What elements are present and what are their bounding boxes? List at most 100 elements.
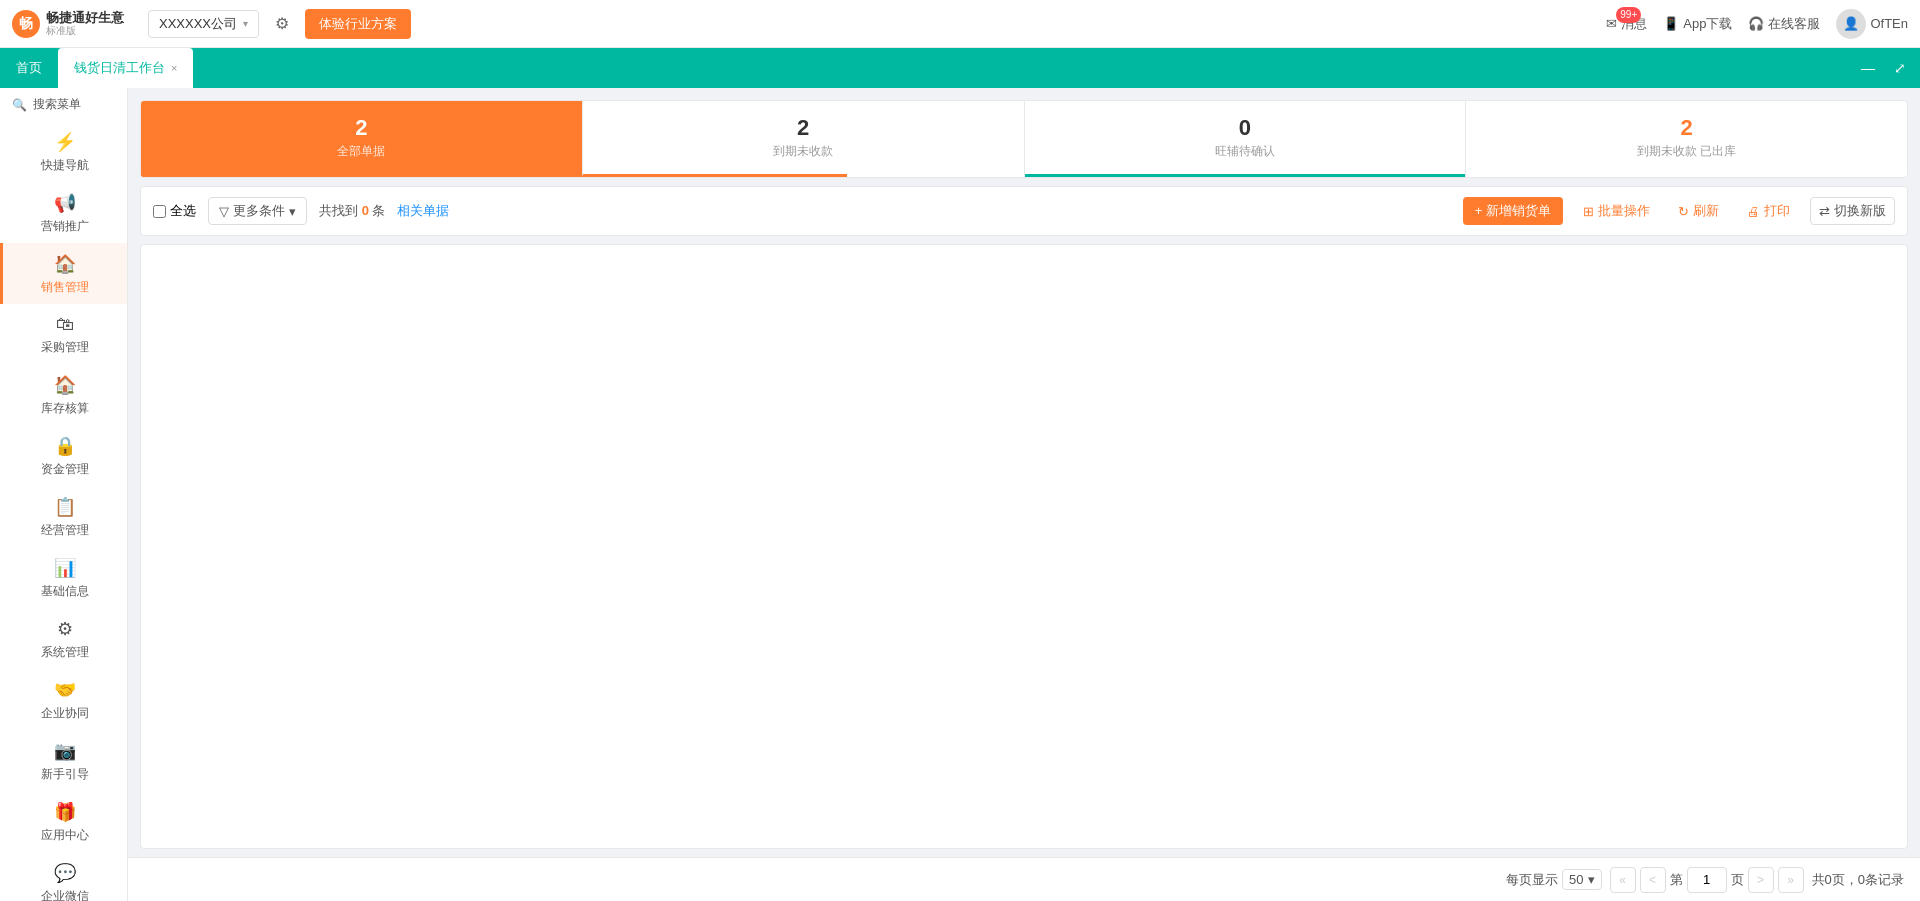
cooperation-icon: 🤝 [54, 679, 76, 701]
stat-progress-overdue [583, 174, 1024, 177]
refresh-button[interactable]: ↻ 刷新 [1670, 198, 1727, 224]
tab-workbench[interactable]: 钱货日清工作台 × [58, 48, 193, 88]
related-link[interactable]: 相关单据 [397, 202, 449, 220]
progress-bar-orange [583, 174, 847, 177]
stat-label-all: 全部单据 [337, 143, 385, 160]
logo-title: 畅捷通好生意 [46, 10, 124, 26]
stat-card-all[interactable]: 2 全部单据 [141, 101, 583, 177]
appdown-button[interactable]: 📱 App下载 [1663, 15, 1732, 33]
stat-card-overdue[interactable]: 2 到期未收款 [583, 101, 1025, 177]
message-icon: ✉ [1606, 16, 1617, 31]
top-bar: 畅 畅捷通好生意 标准版 XXXXXX公司 ▾ ⚙ 体验行业方案 ✉ 消息 99… [0, 0, 1920, 48]
company-name: XXXXXX公司 [159, 15, 237, 33]
found-suffix: 条 [372, 203, 385, 218]
base-info-icon: 📊 [54, 557, 76, 579]
sidebar-item-guide[interactable]: 📷 新手引导 [0, 730, 127, 791]
switch-version-button[interactable]: ⇄ 切换新版 [1810, 197, 1895, 225]
progress-bar-teal [1025, 174, 1466, 177]
sidebar-item-finance[interactable]: 🔒 资金管理 [0, 425, 127, 486]
filter-chevron-icon: ▾ [289, 204, 296, 219]
add-sales-button[interactable]: + 新增销货单 [1463, 197, 1563, 225]
stat-progress-pending [1025, 174, 1466, 177]
message-badge: 99+ [1616, 7, 1641, 23]
sidebar-item-base-info[interactable]: 📊 基础信息 [0, 547, 127, 608]
marketing-icon: 📢 [54, 192, 76, 214]
avatar-area[interactable]: 👤 OfTEn [1836, 9, 1908, 39]
stat-label-outbound: 到期未收款 已出库 [1637, 143, 1736, 160]
inventory-icon: 🏠 [54, 374, 76, 396]
found-prefix: 共找到 [319, 203, 358, 218]
sidebar-label-cooperation: 企业协同 [41, 705, 89, 722]
sidebar-item-cooperation[interactable]: 🤝 企业协同 [0, 669, 127, 730]
settings-button[interactable]: ⚙ [267, 9, 297, 39]
logo-sub: 标准版 [46, 25, 124, 37]
sidebar-label-system: 系统管理 [41, 644, 89, 661]
page-size-select[interactable]: 50 ▾ [1562, 869, 1601, 890]
switch-label: 切换新版 [1834, 202, 1886, 220]
total-text: 共0页，0条记录 [1812, 871, 1904, 889]
sidebar-item-app-center[interactable]: 🎁 应用中心 [0, 791, 127, 852]
tab-home[interactable]: 首页 [0, 48, 58, 88]
sidebar-label-operation: 经营管理 [41, 522, 89, 539]
sidebar-item-inventory[interactable]: 🏠 库存核算 [0, 364, 127, 425]
purchase-icon: 🛍 [56, 314, 74, 335]
next-page-button[interactable]: > [1748, 867, 1774, 893]
sidebar-item-sales[interactable]: 🏠 销售管理 [0, 243, 127, 304]
system-icon: ⚙ [57, 618, 73, 640]
search-menu-label: 搜索菜单 [33, 96, 81, 113]
sidebar-item-wechat[interactable]: 💬 企业微信 [0, 852, 127, 901]
sidebar-item-quick-nav[interactable]: ⚡ 快捷导航 [0, 121, 127, 182]
stat-num-pending: 0 [1239, 115, 1251, 141]
tab-restore-button[interactable]: ⤢ [1888, 56, 1912, 80]
print-label: 打印 [1764, 202, 1790, 220]
sidebar-label-wechat: 企业微信 [41, 888, 89, 901]
guide-icon: 📷 [54, 740, 76, 762]
page-size-chevron-icon: ▾ [1588, 872, 1595, 887]
stat-card-pending[interactable]: 0 旺辅待确认 [1025, 101, 1467, 177]
select-all-label: 全选 [170, 202, 196, 220]
tab-close-icon[interactable]: × [171, 62, 177, 74]
company-selector[interactable]: XXXXXX公司 ▾ [148, 10, 259, 38]
first-page-button[interactable]: « [1610, 867, 1636, 893]
print-icon: 🖨 [1747, 204, 1760, 219]
headset-icon: 🎧 [1748, 16, 1764, 31]
page-input[interactable] [1687, 867, 1727, 893]
message-button[interactable]: ✉ 消息 99+ [1606, 15, 1647, 33]
page-size-value: 50 [1569, 872, 1583, 887]
appdown-icon: 📱 [1663, 16, 1679, 31]
print-button[interactable]: 🖨 打印 [1739, 198, 1798, 224]
found-count: 0 [362, 203, 369, 218]
app-center-icon: 🎁 [54, 801, 76, 823]
tab-minimize-button[interactable]: — [1856, 56, 1880, 80]
sidebar-item-marketing[interactable]: 📢 营销推广 [0, 182, 127, 243]
sales-icon: 🏠 [54, 253, 76, 275]
refresh-icon: ↻ [1678, 204, 1689, 219]
search-icon: 🔍 [12, 98, 27, 112]
page-suffix: 页 [1731, 871, 1744, 889]
wechat-icon: 💬 [54, 862, 76, 884]
sidebar-item-system[interactable]: ⚙ 系统管理 [0, 608, 127, 669]
tab-home-label: 首页 [16, 59, 42, 77]
stat-label-pending: 旺辅待确认 [1215, 143, 1275, 160]
trial-button[interactable]: 体验行业方案 [305, 9, 411, 39]
switch-icon: ⇄ [1819, 204, 1830, 219]
online-service-button[interactable]: 🎧 在线客服 [1748, 15, 1820, 33]
operation-icon: 📋 [54, 496, 76, 518]
select-all-checkbox[interactable] [153, 205, 166, 218]
filter-button[interactable]: ▽ 更多条件 ▾ [208, 197, 307, 225]
stat-card-outbound[interactable]: 2 到期未收款 已出库 [1466, 101, 1907, 177]
tab-workbench-label: 钱货日清工作台 [74, 59, 165, 77]
stat-num-all: 2 [355, 115, 367, 141]
sidebar-label-base-info: 基础信息 [41, 583, 89, 600]
sidebar-item-purchase[interactable]: 🛍 采购管理 [0, 304, 127, 364]
search-menu-button[interactable]: 🔍 搜索菜单 [0, 88, 127, 121]
filter-icon: ▽ [219, 204, 229, 219]
prev-page-button[interactable]: < [1640, 867, 1666, 893]
sidebar-item-operation[interactable]: 📋 经营管理 [0, 486, 127, 547]
page-label: 第 [1670, 871, 1683, 889]
sidebar-label-quick-nav: 快捷导航 [41, 157, 89, 174]
sidebar-label-finance: 资金管理 [41, 461, 89, 478]
batch-button[interactable]: ⊞ 批量操作 [1575, 198, 1658, 224]
last-page-button[interactable]: » [1778, 867, 1804, 893]
select-all-area[interactable]: 全选 [153, 202, 196, 220]
